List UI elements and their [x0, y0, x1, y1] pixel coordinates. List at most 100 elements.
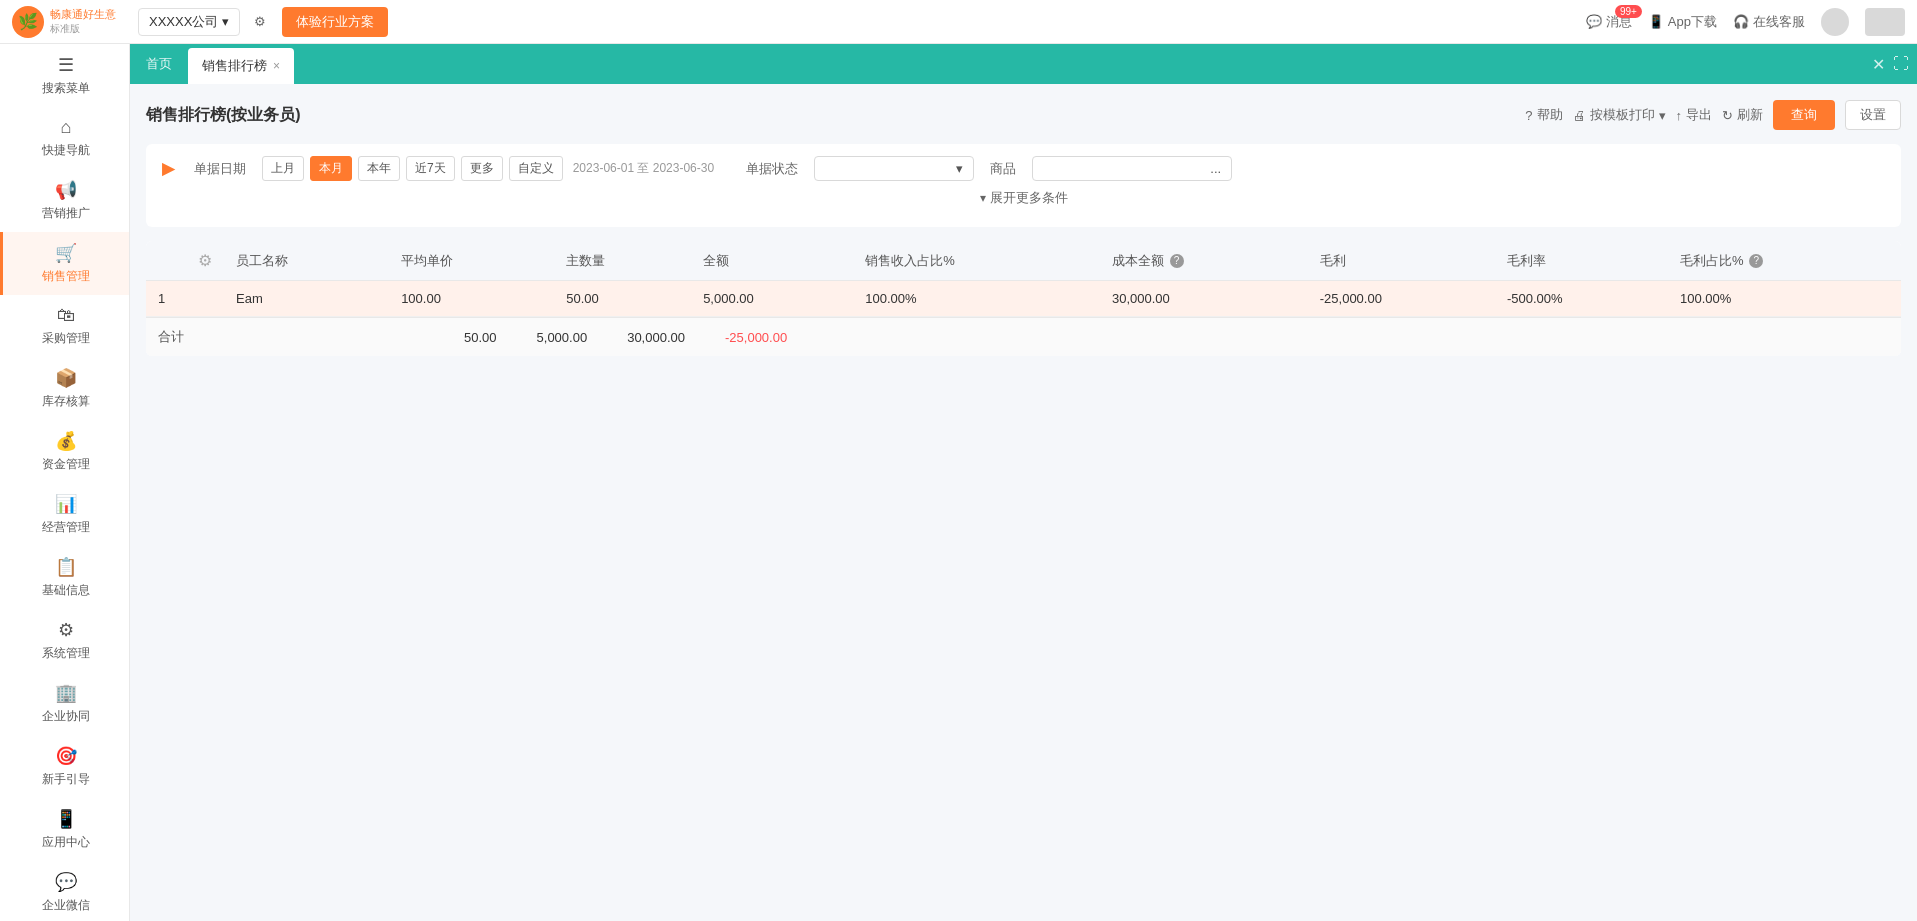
print-dropdown-icon: ▾ — [1659, 108, 1666, 123]
company-name: XXXXX公司 — [149, 13, 218, 31]
date-btn-last-month[interactable]: 上月 — [262, 156, 304, 181]
cell-index: 1 — [146, 281, 186, 317]
cell-quantity: 50.00 — [554, 281, 691, 317]
title-actions: ? 帮助 🖨 按模板打印 ▾ ↑ 导出 ↻ — [1525, 100, 1901, 130]
close-window-icon[interactable]: ✕ — [1872, 55, 1885, 74]
maximize-icon[interactable]: ⛶ — [1893, 55, 1909, 73]
tab-home[interactable]: 首页 — [130, 44, 188, 84]
col-cost: 成本全额 ? — [1100, 241, 1308, 281]
message-icon: 💬 — [1586, 14, 1602, 29]
query-button[interactable]: 查询 — [1773, 100, 1835, 130]
filter-card: ▶ 单据日期 上月 本月 本年 近7天 更多 自定义 2023-06-01 至 … — [146, 144, 1901, 227]
settings-icon-btn[interactable]: ⚙ — [246, 8, 274, 36]
set-button[interactable]: 设置 — [1845, 100, 1901, 130]
marketing-icon: 📢 — [55, 179, 77, 201]
help-label: 帮助 — [1537, 106, 1563, 124]
gross-pct-info-icon[interactable]: ? — [1749, 254, 1763, 268]
footer-quantity: 50.00 — [464, 330, 497, 345]
sidebar-item-marketing[interactable]: 📢 营销推广 — [0, 169, 129, 232]
date-filters: 上月 本月 本年 近7天 更多 自定义 2023-06-01 至 2023-06… — [262, 156, 714, 181]
chevron-down-icon: ▾ — [222, 14, 229, 29]
table-footer: 合计 50.00 5,000.00 30,000.00 -25,000.00 — [146, 317, 1901, 356]
date-btn-this-year[interactable]: 本年 — [358, 156, 400, 181]
company-selector[interactable]: XXXXX公司 ▾ — [138, 8, 240, 36]
date-range-display: 2023-06-01 至 2023-06-30 — [573, 160, 714, 177]
phone-icon: 📱 — [1648, 14, 1664, 29]
logo-area: 🌿 畅康通好生意 标准版 — [12, 6, 130, 38]
status-select[interactable]: ▾ — [814, 156, 974, 181]
cell-avg-price: 100.00 — [389, 281, 554, 317]
filter-expand-arrow[interactable]: ▶ — [162, 159, 174, 178]
col-sales-pct: 销售收入占比% — [853, 241, 1100, 281]
help-button[interactable]: ? 帮助 — [1525, 106, 1562, 124]
app-container: 🌿 畅康通好生意 标准版 XXXXX公司 ▾ ⚙ 体验行业方案 💬 消息 99+… — [0, 0, 1917, 921]
online-service-button[interactable]: 🎧 在线客服 — [1733, 13, 1805, 31]
print-label: 按模板打印 — [1590, 106, 1655, 124]
date-btn-this-month[interactable]: 本月 — [310, 156, 352, 181]
online-service-label: 在线客服 — [1753, 13, 1805, 31]
col-gross-pct: 毛利占比% ? — [1668, 241, 1901, 281]
sidebar-item-quick-nav[interactable]: ⌂ 快捷导航 — [0, 107, 129, 169]
sidebar-item-basic-info[interactable]: 📋 基础信息 — [0, 546, 129, 609]
sidebar-item-finance[interactable]: 💰 资金管理 — [0, 420, 129, 483]
date-label: 单据日期 — [194, 160, 246, 178]
col-settings[interactable]: ⚙ — [186, 241, 224, 281]
finance-icon: 💰 — [55, 430, 77, 452]
sidebar-label-guide: 新手引导 — [42, 771, 90, 788]
cell-settings — [186, 281, 224, 317]
wechat-icon: 💬 — [55, 871, 77, 893]
sidebar-item-search-menu[interactable]: ☰ 搜索菜单 — [0, 44, 129, 107]
tab-close-icon[interactable]: × — [273, 59, 280, 73]
refresh-label: 刷新 — [1737, 106, 1763, 124]
sidebar-item-guide[interactable]: 🎯 新手引导 — [0, 735, 129, 798]
basic-info-icon: 📋 — [55, 556, 77, 578]
sidebar-item-inventory[interactable]: 📦 库存核算 — [0, 357, 129, 420]
goods-input[interactable]: ... — [1032, 156, 1232, 181]
data-table: ⚙ 员工名称 平均单价 主数量 全额 销售收入占比% 成本全额 ? — [146, 241, 1901, 317]
sidebar-item-purchase[interactable]: 🛍 采购管理 — [0, 295, 129, 357]
sidebar-item-system[interactable]: ⚙ 系统管理 — [0, 609, 129, 672]
date-btn-7days[interactable]: 近7天 — [406, 156, 455, 181]
sidebar-item-enterprise[interactable]: 🏢 企业协同 — [0, 672, 129, 735]
search-menu-icon: ☰ — [58, 54, 74, 76]
status-chevron-icon: ▾ — [956, 161, 963, 176]
cost-info-icon[interactable]: ? — [1170, 254, 1184, 268]
sidebar-label-purchase: 采购管理 — [42, 330, 90, 347]
user-avatar[interactable] — [1821, 8, 1849, 36]
table-body: 1 Eam 100.00 50.00 5,000.00 100.00% 30,0… — [146, 281, 1901, 317]
cell-gross: -25,000.00 — [1308, 281, 1495, 317]
cell-cost: 30,000.00 — [1100, 281, 1308, 317]
settings-col-icon[interactable]: ⚙ — [198, 252, 212, 269]
status-label: 单据状态 — [746, 160, 798, 178]
refresh-icon: ↻ — [1722, 108, 1733, 123]
export-icon: ↑ — [1676, 108, 1683, 123]
cell-amount: 5,000.00 — [691, 281, 853, 317]
refresh-button[interactable]: ↻ 刷新 — [1722, 106, 1763, 124]
operations-icon: 📊 — [55, 493, 77, 515]
logo-text: 畅康通好生意 — [50, 7, 116, 21]
sidebar-label-operations: 经营管理 — [42, 519, 90, 536]
sidebar-item-app-center[interactable]: 📱 应用中心 — [0, 798, 129, 861]
date-btn-more[interactable]: 更多 — [461, 156, 503, 181]
sidebar-label-system: 系统管理 — [42, 645, 90, 662]
export-button[interactable]: ↑ 导出 — [1676, 106, 1713, 124]
print-button[interactable]: 🖨 按模板打印 ▾ — [1573, 106, 1666, 124]
sidebar-item-operations[interactable]: 📊 经营管理 — [0, 483, 129, 546]
user-name-display — [1865, 8, 1905, 36]
tab-sales-ranking[interactable]: 销售排行榜 × — [188, 48, 294, 84]
export-label: 导出 — [1686, 106, 1712, 124]
goods-label: 商品 — [990, 160, 1016, 178]
inventory-icon: 📦 — [55, 367, 77, 389]
app-download-button[interactable]: 📱 App下载 — [1648, 13, 1717, 31]
col-quantity: 主数量 — [554, 241, 691, 281]
sidebar-label-sales: 销售管理 — [42, 268, 90, 285]
sidebar-item-wechat[interactable]: 💬 企业微信 — [0, 861, 129, 921]
enterprise-icon: 🏢 — [55, 682, 77, 704]
industry-button[interactable]: 体验行业方案 — [282, 7, 388, 37]
footer-cost: 30,000.00 — [627, 330, 685, 345]
col-gross: 毛利 — [1308, 241, 1495, 281]
message-button[interactable]: 💬 消息 99+ — [1586, 13, 1632, 31]
expand-more-conditions[interactable]: ▾ 展开更多条件 — [162, 181, 1885, 215]
date-btn-custom[interactable]: 自定义 — [509, 156, 563, 181]
sidebar-item-sales[interactable]: 🛒 销售管理 — [0, 232, 129, 295]
